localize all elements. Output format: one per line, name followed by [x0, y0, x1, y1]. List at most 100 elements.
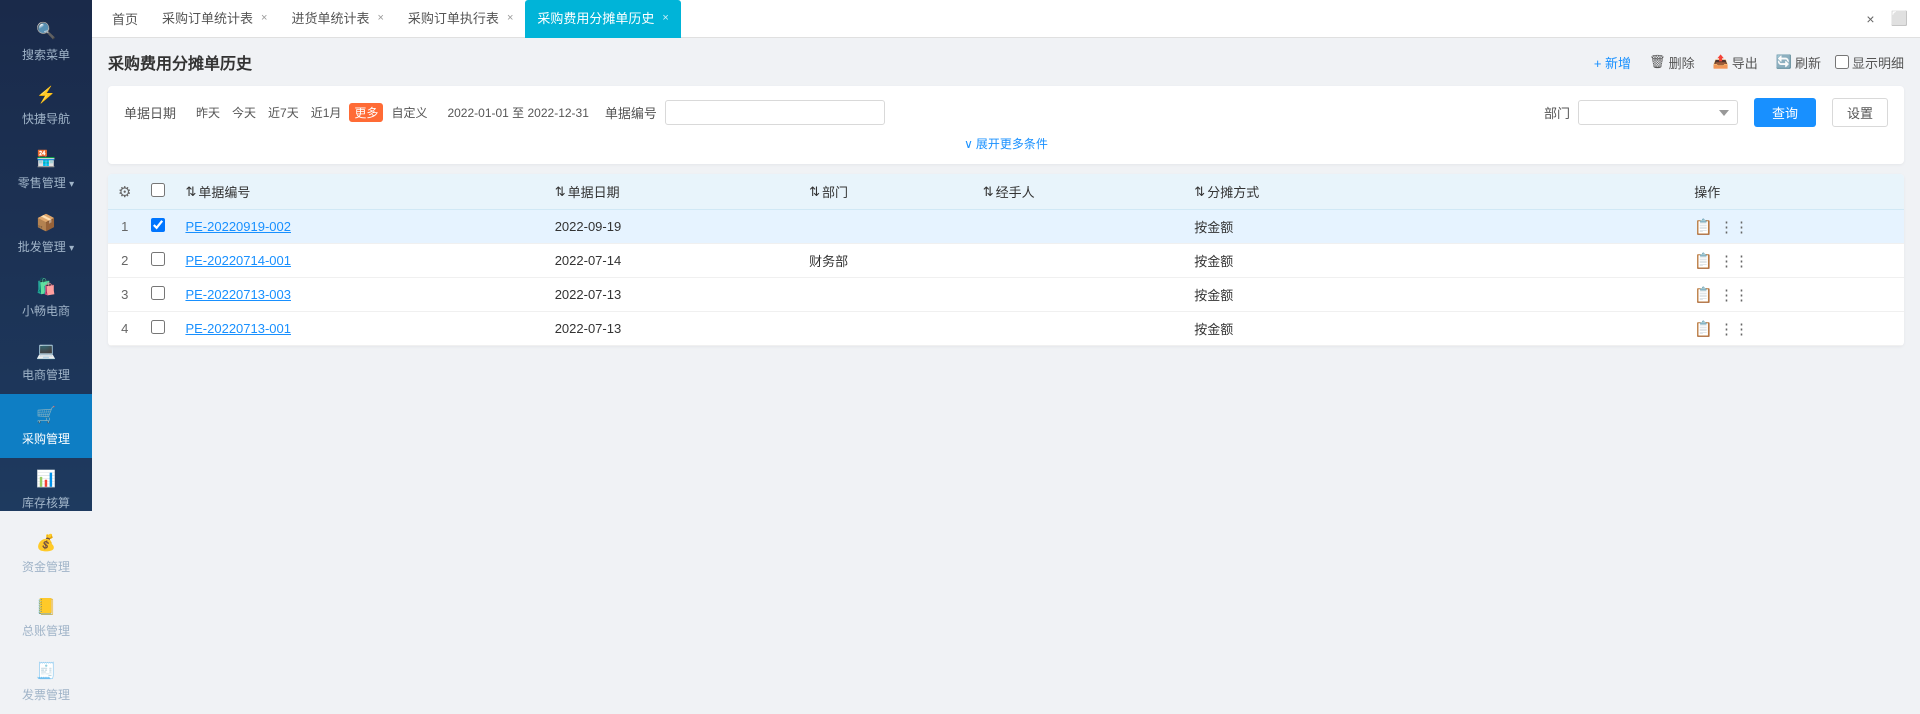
dept-select[interactable]	[1578, 100, 1738, 125]
tab-purchase-cost-history[interactable]: 采购费用分摊单历史 ×	[525, 0, 680, 38]
sidebar-item-inventory[interactable]: 📊 库存核算	[0, 458, 92, 522]
date-btn-yesterday[interactable]: 昨天	[192, 103, 224, 122]
th-dept[interactable]: ⇅ 部门	[799, 174, 973, 210]
tab-close-purchase-order-exec[interactable]: ×	[507, 12, 513, 24]
sort-handler[interactable]: ⇅ 经手人	[983, 182, 1035, 201]
refresh-button[interactable]: 🔄 刷新	[1772, 51, 1825, 74]
row-handler	[973, 210, 1185, 244]
row-actions: 📋 ⋮⋮	[1684, 210, 1904, 244]
filter-settings-button[interactable]: 设置	[1832, 98, 1888, 127]
gear-icon[interactable]: ⚙	[118, 184, 131, 201]
edit-icon-2[interactable]: 📋	[1694, 286, 1713, 304]
edit-icon-3[interactable]: 📋	[1694, 320, 1713, 338]
sort-icon: ⇅	[983, 184, 994, 200]
expand-more-button[interactable]: ∨ 展开更多条件	[964, 135, 1048, 152]
export-icon: 📤	[1713, 54, 1729, 70]
row-doc-date: 2022-07-13	[545, 312, 799, 346]
sort-split-method[interactable]: ⇅ 分摊方式	[1194, 182, 1259, 201]
edit-icon-1[interactable]: 📋	[1694, 252, 1713, 270]
row-checkbox-0[interactable]	[151, 218, 165, 232]
tab-purchase-order-exec[interactable]: 采购订单执行表 ×	[396, 0, 525, 38]
sidebar: 🔍 搜索菜单 ⚡ 快捷导航 🏪 零售管理 ▾ 📦 批发管理 ▾ 🛍️ 小畅电商 …	[0, 0, 92, 511]
tab-close-inbound-stats[interactable]: ×	[377, 12, 383, 24]
delete-button[interactable]: 🗑 删除	[1645, 51, 1699, 74]
chevron-down-icon: ▾	[69, 243, 74, 254]
filter-area: 单据日期 昨天 今天 近7天 近1月 更多 自定义 2022-01-01 至 2…	[108, 86, 1904, 164]
action-cell-1: 📋 ⋮⋮	[1694, 252, 1894, 270]
sidebar-item-quick-nav[interactable]: ⚡ 快捷导航	[0, 74, 92, 138]
sort-dept[interactable]: ⇅ 部门	[809, 182, 848, 201]
row-doc-no: PE-20220713-001	[175, 312, 544, 346]
sidebar-item-search[interactable]: 🔍 搜索菜单	[0, 10, 92, 74]
th-doc-no[interactable]: ⇅ 单据编号	[175, 174, 544, 210]
doc-no-label: 单据编号	[605, 103, 657, 122]
row-dept: 财务部	[799, 244, 973, 278]
tab-close-btn[interactable]: ×	[1862, 9, 1878, 29]
toolbar: + 新增 🗑 删除 📤 导出 🔄 刷新 显示明细	[1590, 51, 1904, 74]
date-btn-today[interactable]: 今天	[228, 103, 260, 122]
sort-icon: ⇅	[809, 184, 820, 200]
row-checkbox-3[interactable]	[151, 320, 165, 334]
row-checkbox-cell	[141, 312, 175, 346]
tab-purchase-order-stats[interactable]: 采购订单统计表 ×	[150, 0, 279, 38]
table-row: 4 PE-20220713-001 2022-07-13 按金额 📋 ⋮⋮	[108, 312, 1904, 346]
row-dept	[799, 278, 973, 312]
row-checkbox-1[interactable]	[151, 252, 165, 266]
tab-inbound-stats[interactable]: 进货单统计表 ×	[279, 0, 395, 38]
row-index: 3	[108, 278, 141, 312]
th-handler[interactable]: ⇅ 经手人	[973, 174, 1185, 210]
row-doc-date: 2022-07-14	[545, 244, 799, 278]
sidebar-item-retail[interactable]: 🏪 零售管理 ▾	[0, 138, 92, 202]
sidebar-item-mini-shop[interactable]: 🛍️ 小畅电商	[0, 266, 92, 330]
date-btn-custom[interactable]: 自定义	[387, 103, 431, 122]
date-btn-1month[interactable]: 近1月	[307, 103, 346, 122]
filter-date-range: 2022-01-01 至 2022-12-31	[447, 104, 588, 121]
export-button[interactable]: 📤 导出	[1709, 51, 1762, 74]
sidebar-item-finance[interactable]: 💰 资金管理	[0, 522, 92, 586]
edit-icon-0[interactable]: 📋	[1694, 218, 1713, 236]
row-split-method: 按金额	[1184, 210, 1684, 244]
sidebar-item-ecommerce[interactable]: 💻 电商管理	[0, 330, 92, 394]
doc-no-input[interactable]	[665, 100, 885, 125]
tab-maximize-btn[interactable]: ⬜	[1887, 8, 1912, 29]
sort-doc-no[interactable]: ⇅ 单据编号	[185, 182, 250, 201]
more-icon-3[interactable]: ⋮⋮	[1719, 320, 1749, 338]
sidebar-item-invoice[interactable]: 🧾 发票管理	[0, 650, 92, 714]
th-split-method[interactable]: ⇅ 分摊方式	[1184, 174, 1684, 210]
doc-no-link-2[interactable]: PE-20220713-003	[185, 287, 291, 302]
sort-doc-date[interactable]: ⇅ 单据日期	[555, 182, 620, 201]
page-title: 采购费用分摊单历史	[108, 50, 252, 74]
table-row: 3 PE-20220713-003 2022-07-13 按金额 📋 ⋮⋮	[108, 278, 1904, 312]
row-actions: 📋 ⋮⋮	[1684, 244, 1904, 278]
ecommerce-icon: 💻	[4, 340, 88, 364]
sidebar-item-wholesale[interactable]: 📦 批发管理 ▾	[0, 202, 92, 266]
table-header-row: ⚙ ⇅ 单据编号 ⇅	[108, 174, 1904, 210]
select-all-checkbox[interactable]	[151, 183, 165, 197]
row-doc-no: PE-20220919-002	[175, 210, 544, 244]
sidebar-item-accounting[interactable]: 📒 总账管理	[0, 586, 92, 650]
tab-close-purchase-order-stats[interactable]: ×	[261, 12, 267, 24]
show-cols-toggle[interactable]: 显示明细	[1835, 53, 1904, 72]
query-button[interactable]: 查询	[1754, 98, 1816, 127]
add-button[interactable]: + 新增	[1590, 51, 1635, 74]
tab-home[interactable]: 首页	[100, 0, 150, 38]
page-header: 采购费用分摊单历史 + 新增 🗑 删除 📤 导出 🔄 刷新 显示明细	[108, 50, 1904, 74]
date-btn-7days[interactable]: 近7天	[264, 103, 303, 122]
doc-no-link-1[interactable]: PE-20220714-001	[185, 253, 291, 268]
row-doc-date: 2022-09-19	[545, 210, 799, 244]
tab-close-purchase-cost-history[interactable]: ×	[662, 12, 668, 24]
more-icon-2[interactable]: ⋮⋮	[1719, 286, 1749, 304]
date-filter-label: 单据日期	[124, 103, 176, 122]
show-cols-checkbox[interactable]	[1835, 55, 1849, 69]
more-icon-0[interactable]: ⋮⋮	[1719, 218, 1749, 236]
th-doc-date[interactable]: ⇅ 单据日期	[545, 174, 799, 210]
th-settings[interactable]: ⚙	[108, 174, 141, 210]
row-handler	[973, 312, 1185, 346]
sidebar-item-purchase[interactable]: 🛒 采购管理	[0, 394, 92, 458]
more-icon-1[interactable]: ⋮⋮	[1719, 252, 1749, 270]
row-checkbox-2[interactable]	[151, 286, 165, 300]
doc-no-link-3[interactable]: PE-20220713-001	[185, 321, 291, 336]
doc-no-link-0[interactable]: PE-20220919-002	[185, 219, 291, 234]
date-btn-more[interactable]: 更多	[349, 103, 383, 122]
expand-more-row: ∨ 展开更多条件	[124, 135, 1888, 152]
